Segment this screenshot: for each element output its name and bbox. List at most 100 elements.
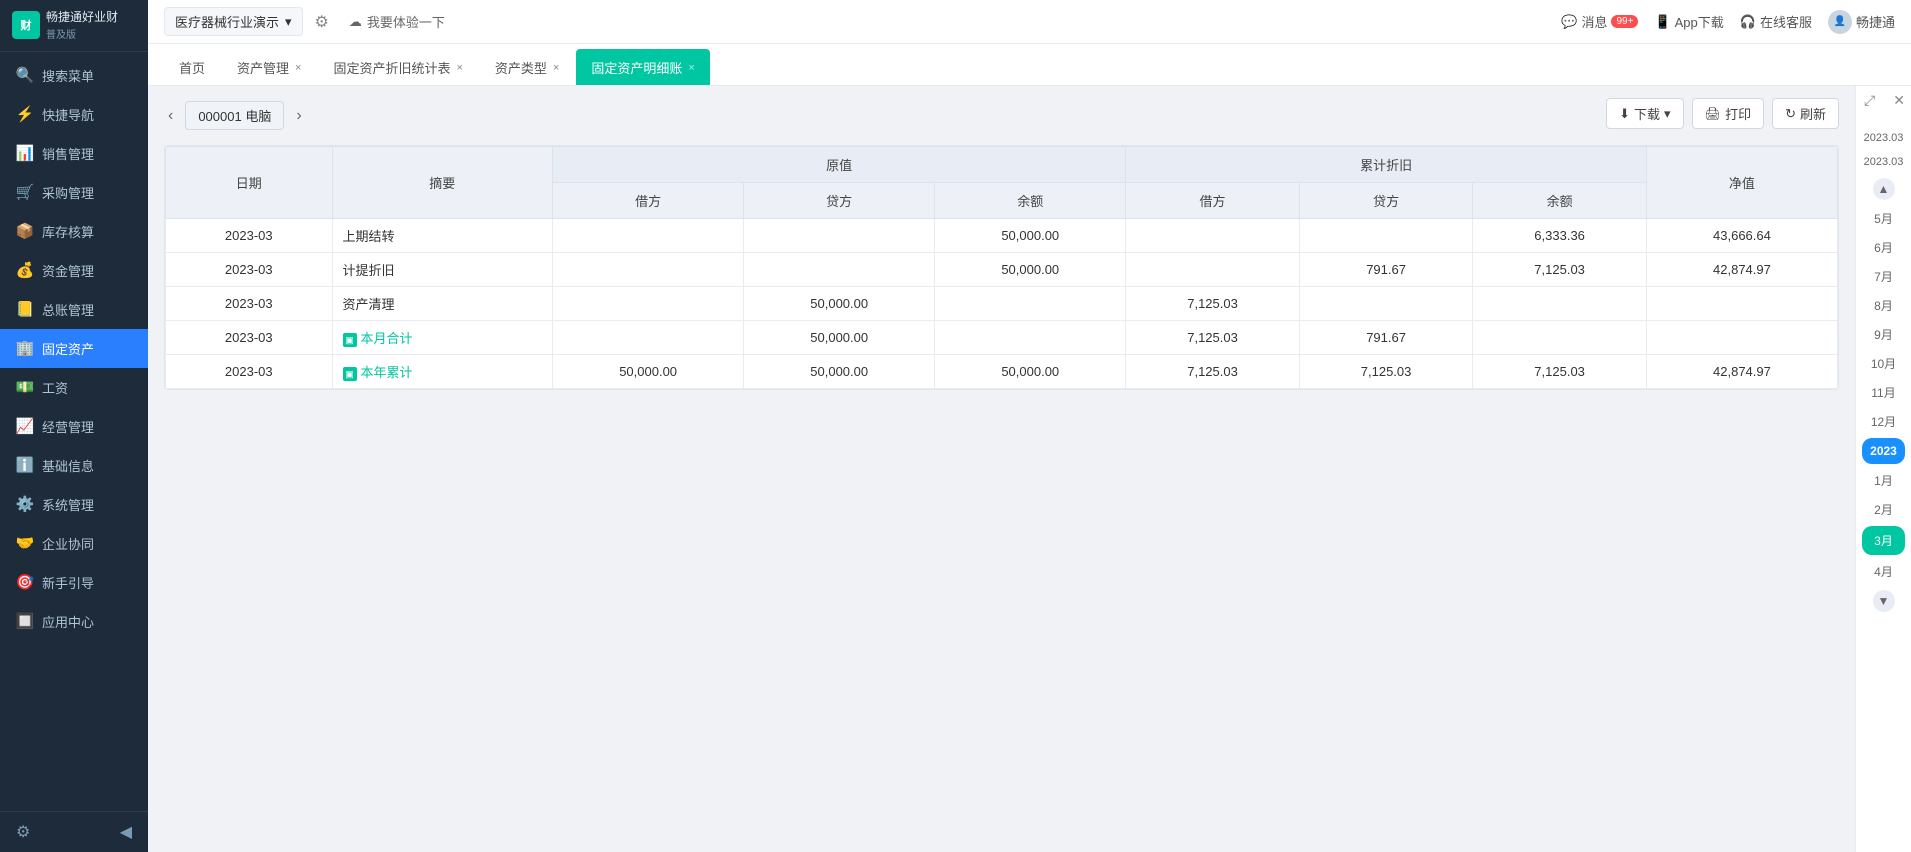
th-dep-debit: 借方 (1126, 183, 1300, 219)
td-value: 7,125.03 (1473, 355, 1647, 389)
th-orig-balance: 余额 (935, 183, 1126, 219)
sidebar-logo: 财 畅捷通好业财 普及版 (0, 0, 148, 52)
logo-icon: 财 (12, 11, 40, 39)
sidebar-item-funds[interactable]: 💰 资金管理 (0, 251, 148, 290)
timeline-month[interactable]: 8月 (1856, 291, 1911, 320)
app-icon: 📱 (1654, 14, 1670, 30)
sales-icon: 📊 (16, 144, 34, 162)
td-value (553, 321, 744, 355)
table-row: 2023-03▣本月合计50,000.007,125.03791.67 (166, 321, 1838, 355)
sidebar-item-basic-info[interactable]: ℹ️ 基础信息 (0, 446, 148, 485)
sidebar-item-system[interactable]: ⚙️ 系统管理 (0, 485, 148, 524)
logo-text: 畅捷通好业财 普及版 (46, 10, 118, 41)
sidebar-label-fixed-assets: 固定资产 (42, 339, 94, 358)
td-value: 50,000.00 (744, 287, 935, 321)
sidebar-label-guide: 新手引导 (42, 573, 94, 592)
tab-close-asset-detail[interactable]: × (688, 62, 694, 74)
td-value (1473, 287, 1647, 321)
sidebar-item-ledger[interactable]: 📒 总账管理 (0, 290, 148, 329)
settings-icon[interactable]: ⚙ (16, 822, 30, 842)
sidebar-label-quick-nav: 快捷导航 (42, 105, 94, 124)
refresh-btn[interactable]: ↻ 刷新 (1772, 98, 1839, 129)
settings-gear-icon[interactable]: ⚙ (315, 12, 329, 32)
timeline-month[interactable]: 9月 (1856, 320, 1911, 349)
timeline-month[interactable]: 3月 (1862, 526, 1905, 555)
td-value (935, 321, 1126, 355)
content-main: ‹ 000001 电脑 › ⬇ 下载 ▾ 🖨 打印 ↻ (148, 86, 1855, 852)
timeline-month[interactable]: 4月 (1856, 557, 1911, 586)
salary-icon: 💵 (16, 378, 34, 396)
sidebar-item-quick-nav[interactable]: ⚡ 快捷导航 (0, 95, 148, 134)
td-date: 2023-03 (166, 355, 333, 389)
summary-text: 资产清理 (343, 297, 395, 312)
tab-asset-type[interactable]: 资产类型× (480, 49, 574, 85)
timeline-nav-up[interactable]: ▲ (1873, 178, 1895, 200)
sidebar-item-sales[interactable]: 📊 销售管理 (0, 134, 148, 173)
sidebar-item-purchase[interactable]: 🛒 采购管理 (0, 173, 148, 212)
asset-code-tag[interactable]: 000001 电脑 (185, 101, 284, 130)
chevron-down-icon: ▾ (285, 14, 292, 30)
summary-text: 上期结转 (343, 229, 395, 244)
timeline-month[interactable]: 12月 (1856, 407, 1911, 436)
timeline-month[interactable]: 5月 (1856, 204, 1911, 233)
company-selector[interactable]: 医疗器械行业演示 ▾ (164, 7, 303, 36)
sidebar-item-enterprise[interactable]: 🤝 企业协同 (0, 524, 148, 563)
sidebar-item-search[interactable]: 🔍 搜索菜单 (0, 56, 148, 95)
next-asset-btn[interactable]: › (292, 105, 305, 127)
expand-icon[interactable]: ⤢ (1864, 92, 1875, 109)
main-area: 医疗器械行业演示 ▾ ⚙ ☁ 我要体验一下 💬 消息 99+ 📱 App下载 🎧… (148, 0, 1911, 852)
sidebar-item-fixed-assets[interactable]: 🏢 固定资产 (0, 329, 148, 368)
tab-close-asset-mgmt[interactable]: × (295, 62, 301, 74)
td-value: 50,000.00 (744, 321, 935, 355)
download-icon: ⬇ (1619, 106, 1630, 122)
timeline-label: 2023.03 (1856, 126, 1911, 150)
timeline-month[interactable]: 1月 (1856, 466, 1911, 495)
sidebar-item-guide[interactable]: 🎯 新手引导 (0, 563, 148, 602)
timeline-month[interactable]: 10月 (1856, 349, 1911, 378)
content-area: ‹ 000001 电脑 › ⬇ 下载 ▾ 🖨 打印 ↻ (148, 86, 1911, 852)
user-profile[interactable]: 👤 畅捷通 (1828, 10, 1895, 34)
close-icon[interactable]: ✕ (1893, 92, 1905, 109)
timeline-month[interactable]: 11月 (1856, 378, 1911, 407)
timeline-month[interactable]: 6月 (1856, 233, 1911, 262)
service-icon: 🎧 (1740, 14, 1756, 30)
experience-icon: ☁ (349, 14, 362, 30)
ledger-icon: 📒 (16, 300, 34, 318)
table-row: 2023-03资产清理50,000.007,125.03 (166, 287, 1838, 321)
tab-bar: 首页资产管理×固定资产折旧统计表×资产类型×固定资产明细账× (148, 44, 1911, 86)
tab-asset-mgmt[interactable]: 资产管理× (222, 49, 316, 85)
sidebar-item-app-center[interactable]: 🔲 应用中心 (0, 602, 148, 641)
prev-asset-btn[interactable]: ‹ (164, 105, 177, 127)
tab-home[interactable]: 首页 (164, 49, 220, 85)
td-value (1126, 253, 1300, 287)
fixed-assets-icon: 🏢 (16, 339, 34, 357)
th-dep-balance: 余额 (1473, 183, 1647, 219)
online-service-btn[interactable]: 🎧 在线客服 (1740, 12, 1812, 31)
print-btn[interactable]: 🖨 打印 (1692, 98, 1765, 129)
timeline-month[interactable]: 2月 (1856, 495, 1911, 524)
app-download-btn[interactable]: 📱 App下载 (1654, 12, 1723, 31)
timeline-month[interactable]: 7月 (1856, 262, 1911, 291)
td-value: 7,125.03 (1126, 355, 1300, 389)
app-center-icon: 🔲 (16, 612, 34, 630)
collapse-icon[interactable]: ◀ (120, 822, 132, 842)
tab-depreciation-table[interactable]: 固定资产折旧统计表× (318, 49, 477, 85)
td-value (744, 219, 935, 253)
sidebar-item-salary[interactable]: 💵 工资 (0, 368, 148, 407)
tab-close-asset-type[interactable]: × (553, 62, 559, 74)
messages-btn[interactable]: 💬 消息 99+ (1561, 12, 1638, 31)
tab-close-depreciation-table[interactable]: × (456, 62, 462, 74)
sidebar-label-sales: 销售管理 (42, 144, 94, 163)
tab-asset-detail[interactable]: 固定资产明细账× (576, 49, 709, 85)
sidebar-item-operations[interactable]: 📈 经营管理 (0, 407, 148, 446)
timeline-nav-down[interactable]: ▼ (1873, 590, 1895, 612)
td-date: 2023-03 (166, 287, 333, 321)
inventory-icon: 📦 (16, 222, 34, 240)
refresh-icon: ↻ (1785, 106, 1796, 122)
message-badge: 99+ (1611, 15, 1638, 28)
download-btn[interactable]: ⬇ 下载 ▾ (1606, 98, 1683, 129)
experience-button[interactable]: ☁ 我要体验一下 (341, 8, 453, 35)
sidebar-item-inventory[interactable]: 📦 库存核算 (0, 212, 148, 251)
timeline-current-year[interactable]: 2023 (1862, 438, 1905, 464)
timeline-label: 2023.03 (1856, 150, 1911, 174)
